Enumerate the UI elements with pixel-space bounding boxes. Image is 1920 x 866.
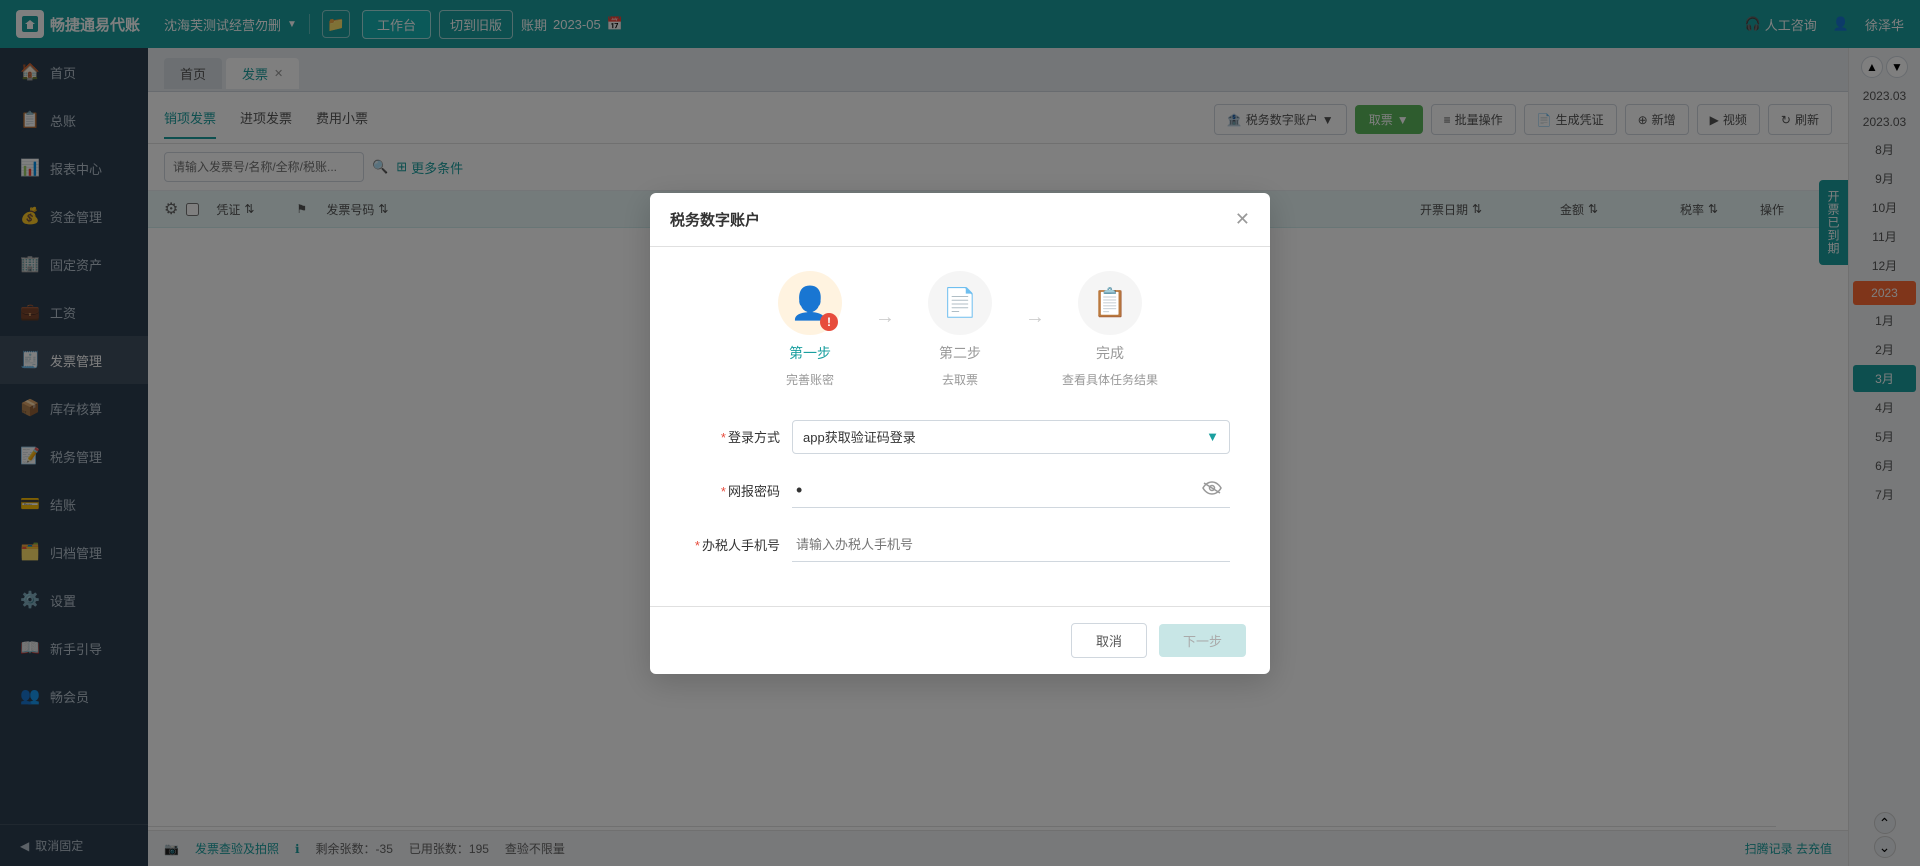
step-1-error-badge: !: [820, 313, 838, 331]
phone-field-wrapper[interactable]: [792, 528, 1230, 562]
step-1-circle: 👤 !: [778, 271, 842, 335]
steps-container: 👤 ! 第一步 完善账密 → 📄 第二步 去取票 →: [690, 271, 1230, 388]
tax-account-modal: 税务数字账户 ✕ 👤 ! 第一步 完善账密 →: [650, 193, 1270, 674]
phone-input[interactable]: [796, 537, 1226, 552]
cancel-button[interactable]: 取消: [1071, 623, 1147, 658]
step-2-circle: 📄: [928, 271, 992, 335]
modal-title: 税务数字账户: [670, 209, 760, 230]
step-2-icon: 📄: [943, 286, 978, 319]
login-method-select[interactable]: app获取验证码登录 ▼: [792, 420, 1230, 454]
step-1-desc: 完善账密: [786, 371, 834, 388]
step-arrow-2: →: [1025, 306, 1045, 329]
form-phone: 办税人手机号: [690, 528, 1230, 562]
step-3-desc: 查看具体任务结果: [1062, 371, 1158, 388]
login-method-label: 登录方式: [690, 427, 780, 446]
step-2-desc: 去取票: [942, 371, 978, 388]
password-label: 网报密码: [690, 481, 780, 500]
step-1: 👤 ! 第一步 完善账密: [745, 271, 875, 388]
modal-header: 税务数字账户 ✕: [650, 193, 1270, 247]
step-arrow-1: →: [875, 306, 895, 329]
step-3: 📋 完成 查看具体任务结果: [1045, 271, 1175, 388]
login-method-value: app获取验证码登录: [803, 427, 916, 446]
step-3-label: 完成: [1096, 343, 1124, 363]
next-button[interactable]: 下一步: [1159, 624, 1246, 657]
step-2-label: 第二步: [939, 343, 981, 363]
step-2: 📄 第二步 去取票: [895, 271, 1025, 388]
select-dropdown-icon: ▼: [1206, 429, 1219, 444]
form-login-method: 登录方式 app获取验证码登录 ▼: [690, 420, 1230, 454]
step-3-circle: 📋: [1078, 271, 1142, 335]
step-3-icon: 📋: [1093, 286, 1128, 319]
phone-label: 办税人手机号: [690, 535, 780, 554]
modal-body: 👤 ! 第一步 完善账密 → 📄 第二步 去取票 →: [650, 247, 1270, 606]
modal-close-button[interactable]: ✕: [1235, 210, 1250, 228]
modal-overlay[interactable]: 税务数字账户 ✕ 👤 ! 第一步 完善账密 →: [0, 0, 1920, 866]
password-field-wrapper: •: [792, 474, 1230, 508]
modal-footer: 取消 下一步: [650, 606, 1270, 674]
toggle-password-icon[interactable]: [1202, 481, 1222, 500]
password-dots: •: [796, 480, 804, 501]
step-1-label: 第一步: [789, 343, 831, 363]
form-password: 网报密码 •: [690, 474, 1230, 508]
